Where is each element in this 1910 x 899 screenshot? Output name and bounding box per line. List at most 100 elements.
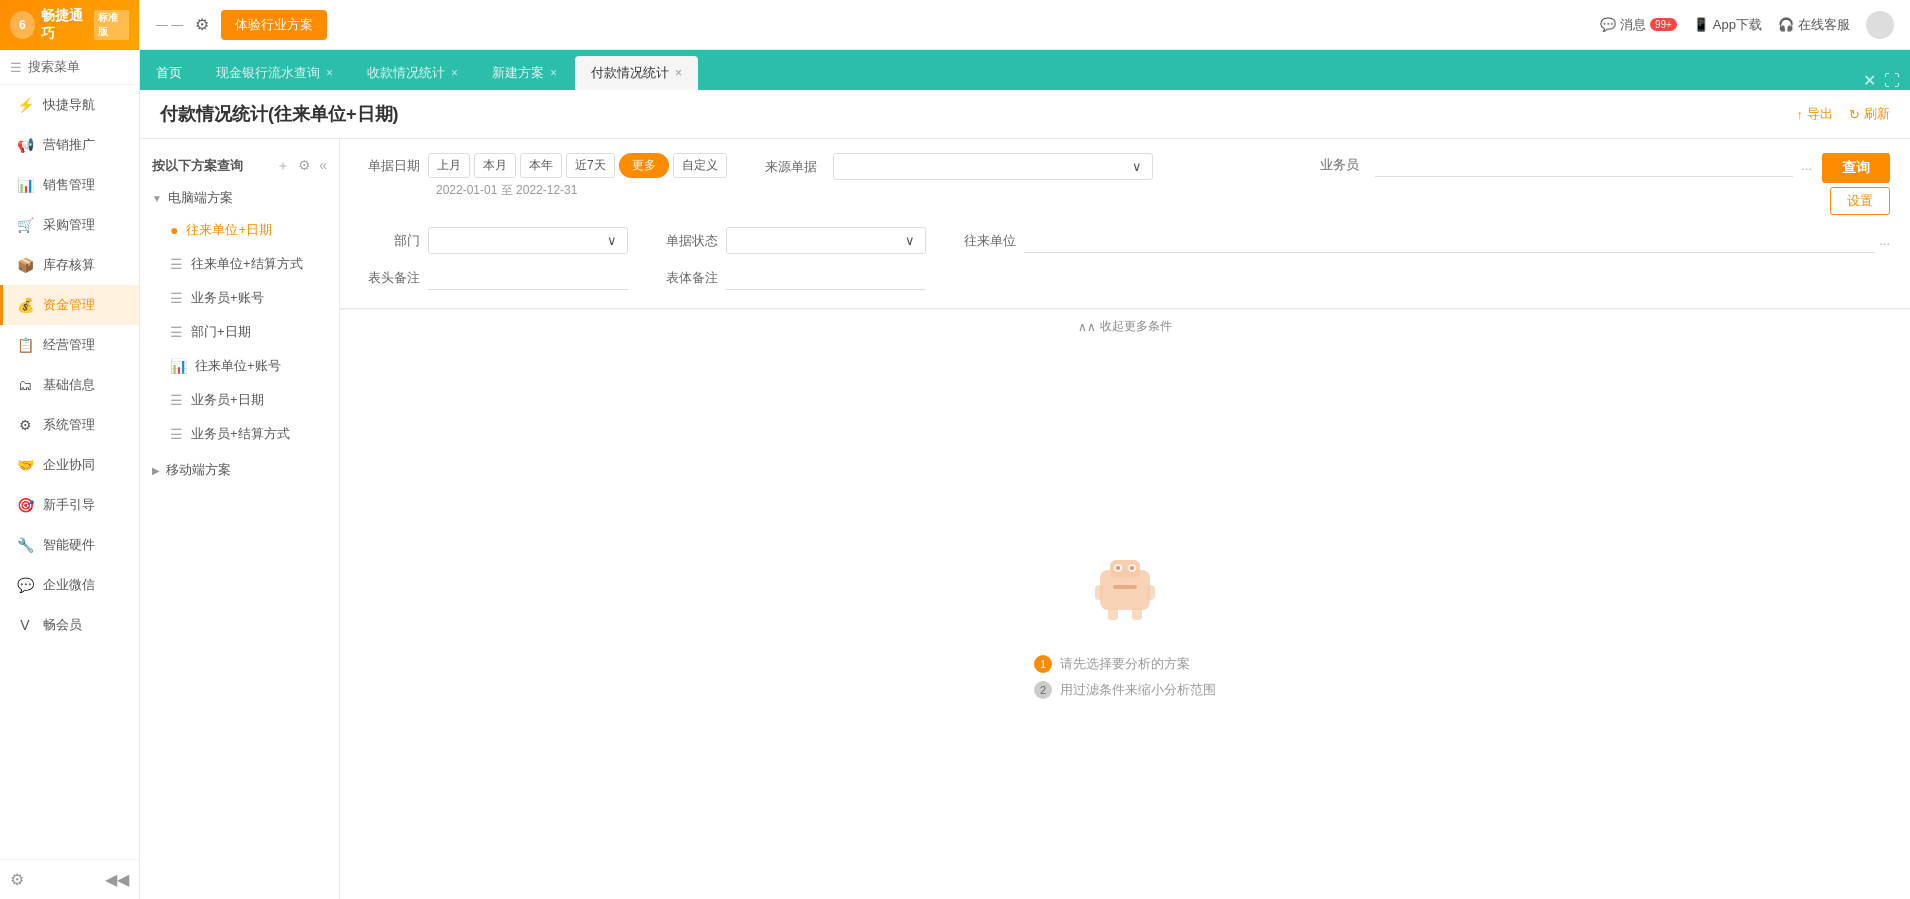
- notifications-button[interactable]: 💬 消息 99+: [1600, 16, 1677, 34]
- mobile-scheme-group-header[interactable]: ▶ 移动端方案: [140, 455, 339, 485]
- sidebar-item-quick-nav[interactable]: ⚡ 快捷导航: [0, 85, 139, 125]
- tab-payment-stats-label: 付款情况统计: [591, 64, 669, 82]
- scheme-unit-date[interactable]: ● 往来单位+日期: [140, 213, 339, 247]
- settings-footer-icon[interactable]: ⚙: [10, 870, 24, 889]
- tab-receipt-stats-close[interactable]: ×: [451, 66, 458, 80]
- refresh-icon: ↻: [1849, 107, 1860, 122]
- scheme-staff-settlement[interactable]: ☰ 业务员+结算方式: [140, 417, 339, 451]
- sidebar-item-member[interactable]: V 畅会员: [0, 605, 139, 645]
- tab-close-all-icon[interactable]: ✕: [1863, 71, 1876, 90]
- scheme-unit-settlement[interactable]: ☰ 往来单位+结算方式: [140, 247, 339, 281]
- page-title: 付款情况统计(往来单位+日期): [160, 102, 399, 126]
- sidebar-item-label: 营销推广: [43, 136, 95, 154]
- last-month-btn[interactable]: 上月: [428, 153, 470, 178]
- sidebar-item-system[interactable]: ⚙ 系统管理: [0, 405, 139, 445]
- empty-hint-item-2: 2 用过滤条件来缩小分析范围: [1034, 681, 1216, 699]
- partner-label: 往来单位: [956, 232, 1016, 250]
- tabbar-actions: ✕ ⛶: [1853, 71, 1910, 90]
- scheme-staff-settlement-label: 业务员+结算方式: [191, 425, 290, 443]
- sidebar-item-label: 基础信息: [43, 376, 95, 394]
- sidebar: 6 畅捷通巧 标准版 ☰ 搜索菜单 ⚡ 快捷导航 📢 营销推广 📊 销售管理 🛒: [0, 0, 140, 899]
- sidebar-item-operation[interactable]: 📋 经营管理: [0, 325, 139, 365]
- scheme-unit-account[interactable]: 📊 往来单位+账号: [140, 349, 339, 383]
- tab-new-scheme[interactable]: 新建方案 ×: [476, 56, 573, 90]
- tab-payment-stats[interactable]: 付款情况统计 ×: [575, 56, 698, 90]
- sidebar-item-purchase[interactable]: 🛒 采购管理: [0, 205, 139, 245]
- sidebar-item-wechat[interactable]: 💬 企业微信: [0, 565, 139, 605]
- source-doc-select[interactable]: ∨: [833, 153, 1153, 180]
- export-label: 导出: [1807, 105, 1833, 123]
- sidebar-search[interactable]: ☰ 搜索菜单: [0, 50, 139, 85]
- online-service-label: 在线客服: [1798, 16, 1850, 34]
- scheme-dept-date[interactable]: ☰ 部门+日期: [140, 315, 339, 349]
- tab-expand-icon[interactable]: ⛶: [1884, 72, 1900, 90]
- sidebar-item-marketing[interactable]: 📢 营销推广: [0, 125, 139, 165]
- table-header-note-input[interactable]: [428, 266, 628, 290]
- tab-new-scheme-close[interactable]: ×: [550, 66, 557, 80]
- sidebar-item-cooperation[interactable]: 🤝 企业协同: [0, 445, 139, 485]
- collapse-label: 收起更多条件: [1100, 318, 1172, 335]
- query-button[interactable]: 查询: [1822, 153, 1890, 183]
- doc-status-label: 单据状态: [658, 232, 718, 250]
- sidebar-item-label: 采购管理: [43, 216, 95, 234]
- this-month-btn[interactable]: 本月: [474, 153, 516, 178]
- sidebar-item-basic-info[interactable]: 🗂 基础信息: [0, 365, 139, 405]
- dept-select[interactable]: ∨: [428, 227, 628, 254]
- sidebar-item-guide[interactable]: 🎯 新手引导: [0, 485, 139, 525]
- svg-point-5: [1130, 566, 1134, 570]
- sidebar-item-label: 新手引导: [43, 496, 95, 514]
- inventory-icon: 📦: [15, 255, 35, 275]
- tab-cash-bank[interactable]: 现金银行流水查询 ×: [200, 56, 349, 90]
- sidebar-nav: ⚡ 快捷导航 📢 营销推广 📊 销售管理 🛒 采购管理 📦 库存核算 💰: [0, 85, 139, 859]
- scheme-unit-settlement-label: 往来单位+结算方式: [191, 255, 303, 273]
- sidebar-item-label: 企业微信: [43, 576, 95, 594]
- basic-info-icon: 🗂: [15, 375, 35, 395]
- tab-cash-bank-close[interactable]: ×: [326, 66, 333, 80]
- doc-status-select[interactable]: ∨: [726, 227, 926, 254]
- sidebar-item-capital[interactable]: 💰 资金管理: [0, 285, 139, 325]
- sidebar-item-inventory[interactable]: 📦 库存核算: [0, 245, 139, 285]
- topbar-settings-icon[interactable]: ⚙: [195, 15, 209, 34]
- scheme-collapse-icon[interactable]: «: [319, 157, 327, 175]
- online-service-button[interactable]: 🎧 在线客服: [1778, 16, 1850, 34]
- app-download-button[interactable]: 📱 App下载: [1693, 16, 1762, 34]
- source-doc-arrow: ∨: [1132, 159, 1142, 174]
- collapse-sidebar-icon[interactable]: ◀◀: [105, 870, 129, 889]
- avatar[interactable]: [1866, 11, 1894, 39]
- refresh-button[interactable]: ↻ 刷新: [1849, 105, 1890, 123]
- topbar-right: 💬 消息 99+ 📱 App下载 🎧 在线客服: [1600, 11, 1894, 39]
- scheme-staff-account[interactable]: ☰ 业务员+账号: [140, 281, 339, 315]
- staff-label: 业务员: [1299, 156, 1359, 174]
- left-panel-icons: ＋ ⚙ «: [276, 157, 327, 175]
- source-doc-label: 来源单据: [757, 158, 817, 176]
- tab-home[interactable]: 首页: [140, 56, 198, 90]
- partner-input[interactable]: [1024, 229, 1875, 253]
- last-7-days-btn[interactable]: 近7天: [566, 153, 615, 178]
- this-year-btn[interactable]: 本年: [520, 153, 562, 178]
- scheme-staff-date[interactable]: ☰ 业务员+日期: [140, 383, 339, 417]
- pc-scheme-group-header[interactable]: ▼ 电脑端方案: [140, 183, 339, 213]
- partner-ellipsis[interactable]: ...: [1879, 233, 1890, 248]
- custom-date-btn[interactable]: 自定义: [673, 153, 727, 178]
- edition-tag: 标准版: [94, 10, 129, 40]
- date-buttons: 上月 本月 本年 近7天 更多 自定义: [428, 153, 727, 178]
- staff-input[interactable]: [1375, 153, 1793, 177]
- table-body-note-input[interactable]: [726, 266, 926, 290]
- filter-settings-button[interactable]: 设置: [1830, 187, 1890, 215]
- scheme-settings-icon[interactable]: ⚙: [298, 157, 311, 175]
- more-date-btn[interactable]: 更多: [619, 153, 669, 178]
- staff-ellipsis[interactable]: ...: [1801, 158, 1812, 173]
- export-button[interactable]: ↑ 导出: [1797, 105, 1834, 123]
- sidebar-item-sales[interactable]: 📊 销售管理: [0, 165, 139, 205]
- trial-button[interactable]: 体验行业方案: [221, 10, 327, 40]
- table-body-note-label: 表体备注: [658, 269, 718, 287]
- scheme-staff-date-label: 业务员+日期: [191, 391, 264, 409]
- add-scheme-icon[interactable]: ＋: [276, 157, 290, 175]
- tab-receipt-stats[interactable]: 收款情况统计 ×: [351, 56, 474, 90]
- collapse-more-conditions-btn[interactable]: ∧∧ 收起更多条件: [340, 309, 1910, 343]
- headset-icon: 🎧: [1778, 17, 1794, 32]
- sidebar-item-label: 快捷导航: [43, 96, 95, 114]
- tab-payment-stats-close[interactable]: ×: [675, 66, 682, 80]
- table-header-note-label: 表头备注: [360, 269, 420, 287]
- sidebar-item-hardware[interactable]: 🔧 智能硬件: [0, 525, 139, 565]
